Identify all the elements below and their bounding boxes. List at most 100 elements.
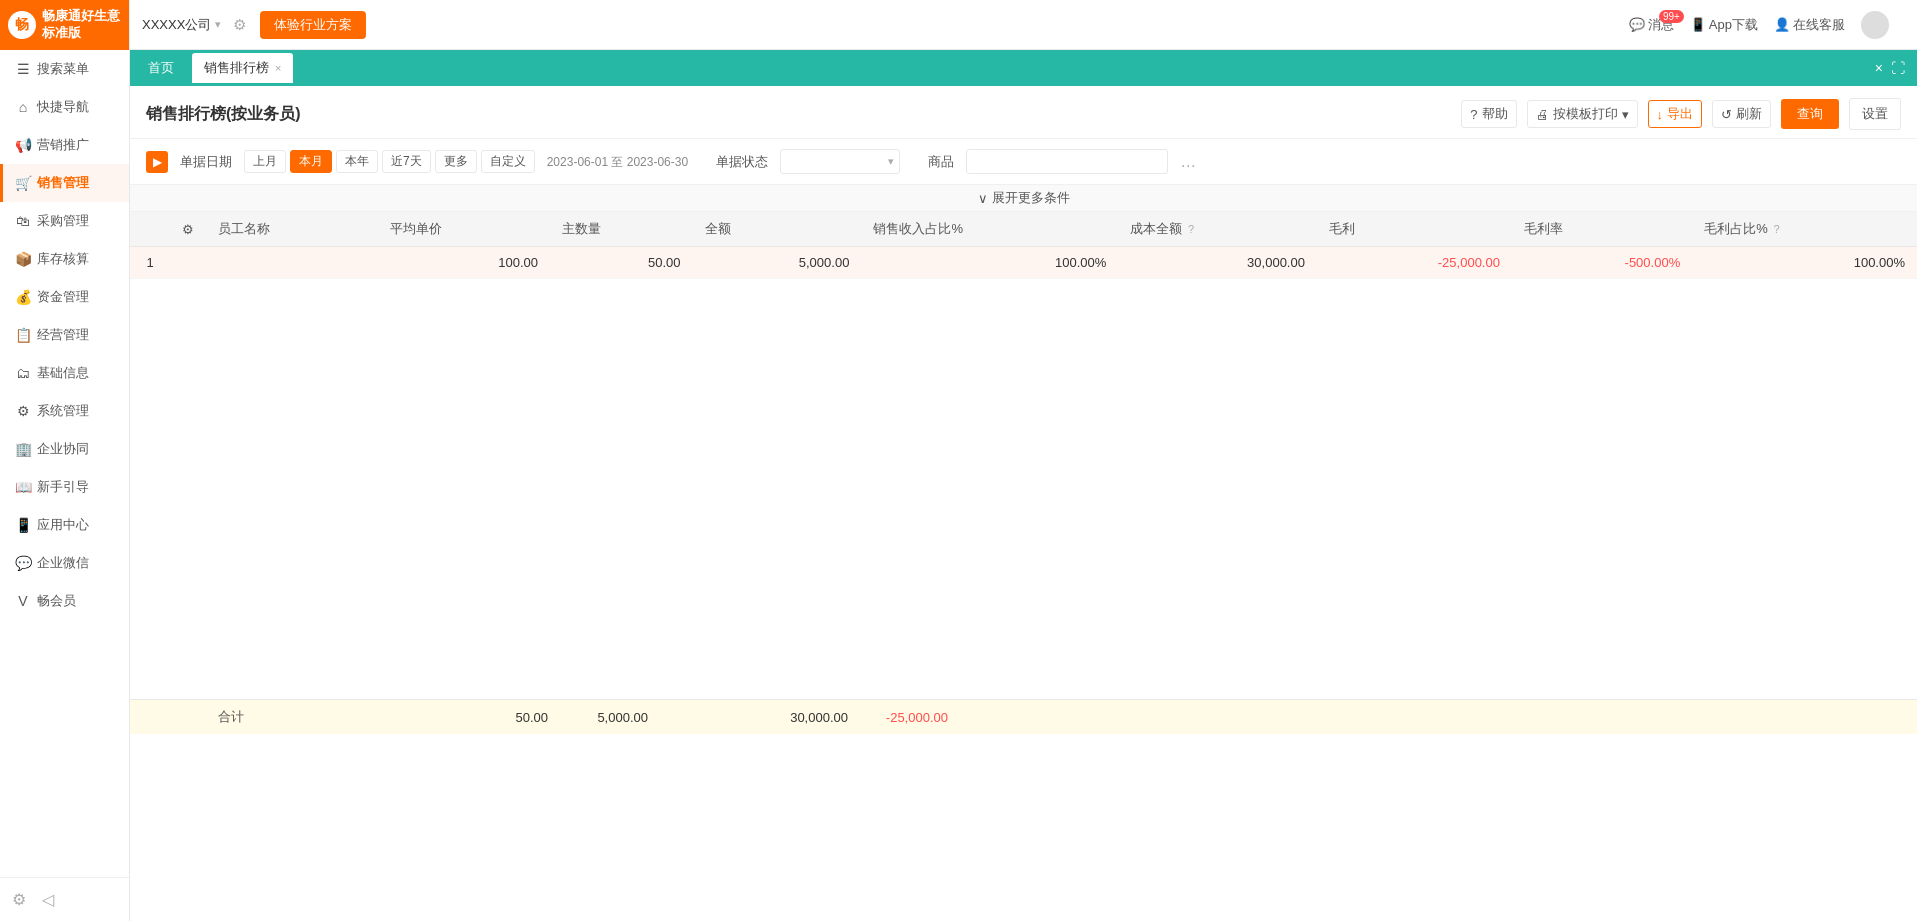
data-table: ⚙ 员工名称 平均单价 主数量 全额 销售收入占比% 成本全额 ? 毛利 毛利率 bbox=[130, 212, 1917, 279]
sales-icon: 🛒 bbox=[15, 175, 31, 191]
tab-label: 销售排行榜 bbox=[204, 59, 269, 77]
message-icon: 💬 bbox=[1629, 17, 1645, 32]
date-filter-label: 单据日期 bbox=[180, 153, 232, 171]
purchase-icon: 🛍 bbox=[15, 213, 31, 229]
refresh-icon: ↺ bbox=[1721, 107, 1732, 122]
cell-profit: -25,000.00 bbox=[1317, 247, 1512, 279]
sidebar-item-inventory[interactable]: 📦 库存核算 bbox=[0, 240, 129, 278]
goods-more-icon[interactable]: … bbox=[1180, 153, 1196, 171]
profit-pct-help-icon[interactable]: ? bbox=[1773, 223, 1779, 235]
date-btn-this-year[interactable]: 本年 bbox=[336, 150, 378, 173]
sidebar-item-operation[interactable]: 📋 经营管理 bbox=[0, 316, 129, 354]
cell-sales-pct: 100.00% bbox=[861, 247, 1118, 279]
guide-icon: 📖 bbox=[15, 479, 31, 495]
sidebar: 畅 畅康通好生意 标准版 ☰ 搜索菜单 ⌂ 快捷导航 📢 营销推广 🛒 销售管理… bbox=[0, 0, 130, 921]
topbar-right: 💬 消息 99+ 📱 App下载 👤 在线客服 bbox=[1629, 11, 1905, 39]
tab-sales-rank[interactable]: 销售排行榜 × bbox=[192, 53, 293, 83]
quick-nav-icon: ⌂ bbox=[15, 99, 31, 115]
app-download-label: App下载 bbox=[1709, 16, 1758, 34]
sidebar-item-label: 经营管理 bbox=[37, 326, 89, 344]
sidebar-item-quick-nav[interactable]: ⌂ 快捷导航 bbox=[0, 88, 129, 126]
refresh-btn[interactable]: ↺ 刷新 bbox=[1712, 100, 1771, 128]
sidebar-item-member[interactable]: V 畅会员 bbox=[0, 582, 129, 620]
date-btn-custom[interactable]: 自定义 bbox=[481, 150, 535, 173]
sidebar-item-capital[interactable]: 💰 资金管理 bbox=[0, 278, 129, 316]
goods-filter-label: 商品 bbox=[928, 153, 954, 171]
topbar-gear-icon[interactable]: ⚙ bbox=[233, 16, 246, 34]
app-center-icon: 📱 bbox=[15, 517, 31, 533]
trial-btn[interactable]: 体验行业方案 bbox=[260, 11, 366, 39]
main-content: XXXXX公司 ▾ ⚙ 体验行业方案 💬 消息 99+ 📱 App下载 👤 在线… bbox=[130, 0, 1917, 921]
cell-avg-price: 100.00 bbox=[378, 247, 550, 279]
cell-amount: 5,000.00 bbox=[693, 247, 862, 279]
enterprise-icon: 🏢 bbox=[15, 441, 31, 457]
help-btn[interactable]: ? 帮助 bbox=[1461, 100, 1516, 128]
print-btn[interactable]: 🖨 按模板打印 ▾ bbox=[1527, 100, 1638, 128]
sidebar-item-label: 采购管理 bbox=[37, 212, 89, 230]
tab-close-icon[interactable]: × bbox=[275, 62, 281, 74]
col-header-num bbox=[130, 212, 170, 247]
sidebar-item-basic[interactable]: 🗂 基础信息 bbox=[0, 354, 129, 392]
user-avatar[interactable] bbox=[1861, 11, 1889, 39]
sidebar-item-purchase[interactable]: 🛍 采购管理 bbox=[0, 202, 129, 240]
member-icon: V bbox=[15, 593, 31, 609]
sidebar-item-search-order[interactable]: ☰ 搜索菜单 bbox=[0, 50, 129, 88]
col-header-avg-price: 平均单价 bbox=[378, 212, 550, 247]
online-service-btn[interactable]: 👤 在线客服 bbox=[1774, 16, 1845, 34]
app-download-btn[interactable]: 📱 App下载 bbox=[1690, 16, 1758, 34]
date-btn-more[interactable]: 更多 bbox=[435, 150, 477, 173]
sidebar-item-guide[interactable]: 📖 新手引导 bbox=[0, 468, 129, 506]
message-btn[interactable]: 💬 消息 99+ bbox=[1629, 16, 1674, 34]
col-header-cost: 成本全额 ? bbox=[1118, 212, 1317, 247]
sidebar-item-enterprise[interactable]: 🏢 企业协同 bbox=[0, 430, 129, 468]
export-icon: ↓ bbox=[1657, 107, 1664, 122]
print-label: 按模板打印 bbox=[1553, 105, 1618, 123]
col-header-name: 员工名称 bbox=[206, 212, 378, 247]
service-label: 在线客服 bbox=[1793, 16, 1845, 34]
cell-cost: 30,000.00 bbox=[1118, 247, 1317, 279]
collapse-sidebar-icon[interactable]: ◁ bbox=[38, 886, 58, 913]
maximize-window-icon[interactable]: ⛶ bbox=[1891, 60, 1905, 76]
sidebar-nav: ☰ 搜索菜单 ⌂ 快捷导航 📢 营销推广 🛒 销售管理 🛍 采购管理 📦 库存核… bbox=[0, 50, 129, 877]
system-icon: ⚙ bbox=[15, 403, 31, 419]
settings-btn[interactable]: 设置 bbox=[1849, 98, 1901, 130]
sidebar-item-label: 系统管理 bbox=[37, 402, 89, 420]
cost-help-icon[interactable]: ? bbox=[1188, 223, 1194, 235]
footer-profit: -25,000.00 bbox=[848, 710, 948, 725]
tab-home[interactable]: 首页 bbox=[134, 50, 188, 86]
search-order-icon: ☰ bbox=[15, 61, 31, 77]
query-btn[interactable]: 查询 bbox=[1781, 99, 1839, 129]
status-select-wrap bbox=[780, 149, 900, 174]
table-footer: 合计 50.00 5,000.00 30,000.00 -25,000.00 bbox=[130, 699, 1917, 734]
date-btn-this-month[interactable]: 本月 bbox=[290, 150, 332, 173]
col-header-settings[interactable]: ⚙ bbox=[170, 212, 206, 247]
sidebar-item-label: 基础信息 bbox=[37, 364, 89, 382]
filter-toggle-btn[interactable]: ▶ bbox=[146, 151, 168, 173]
app-download-icon: 📱 bbox=[1690, 17, 1706, 32]
sidebar-item-app-center[interactable]: 📱 应用中心 bbox=[0, 506, 129, 544]
inventory-icon: 📦 bbox=[15, 251, 31, 267]
close-window-icon[interactable]: × bbox=[1875, 60, 1883, 76]
cell-settings bbox=[170, 247, 206, 279]
sidebar-item-wechat[interactable]: 💬 企业微信 bbox=[0, 544, 129, 582]
settings-bottom-icon[interactable]: ⚙ bbox=[8, 886, 30, 913]
status-select[interactable] bbox=[780, 149, 900, 174]
sidebar-item-label: 营销推广 bbox=[37, 136, 89, 154]
page-title: 销售排行榜(按业务员) bbox=[146, 104, 301, 125]
date-btn-7days[interactable]: 近7天 bbox=[382, 150, 431, 173]
col-header-profit-rate: 毛利率 bbox=[1512, 212, 1692, 247]
sidebar-bottom: ⚙ ◁ bbox=[0, 877, 129, 921]
goods-filter-input[interactable] bbox=[966, 149, 1168, 174]
capital-icon: 💰 bbox=[15, 289, 31, 305]
date-btn-last-month[interactable]: 上月 bbox=[244, 150, 286, 173]
sidebar-item-sales[interactable]: 🛒 销售管理 bbox=[0, 164, 129, 202]
marketing-icon: 📢 bbox=[15, 137, 31, 153]
sidebar-item-marketing[interactable]: 📢 营销推广 bbox=[0, 126, 129, 164]
expand-more-bar[interactable]: ∨ 展开更多条件 bbox=[130, 184, 1917, 212]
company-chevron-icon: ▾ bbox=[215, 18, 221, 31]
page-content: 销售排行榜(按业务员) ? 帮助 🖨 按模板打印 ▾ ↓ 导出 bbox=[130, 86, 1917, 921]
sidebar-item-system[interactable]: ⚙ 系统管理 bbox=[0, 392, 129, 430]
company-selector[interactable]: XXXXX公司 ▾ bbox=[142, 16, 221, 34]
sidebar-item-label: 企业微信 bbox=[37, 554, 89, 572]
export-btn[interactable]: ↓ 导出 bbox=[1648, 100, 1703, 128]
